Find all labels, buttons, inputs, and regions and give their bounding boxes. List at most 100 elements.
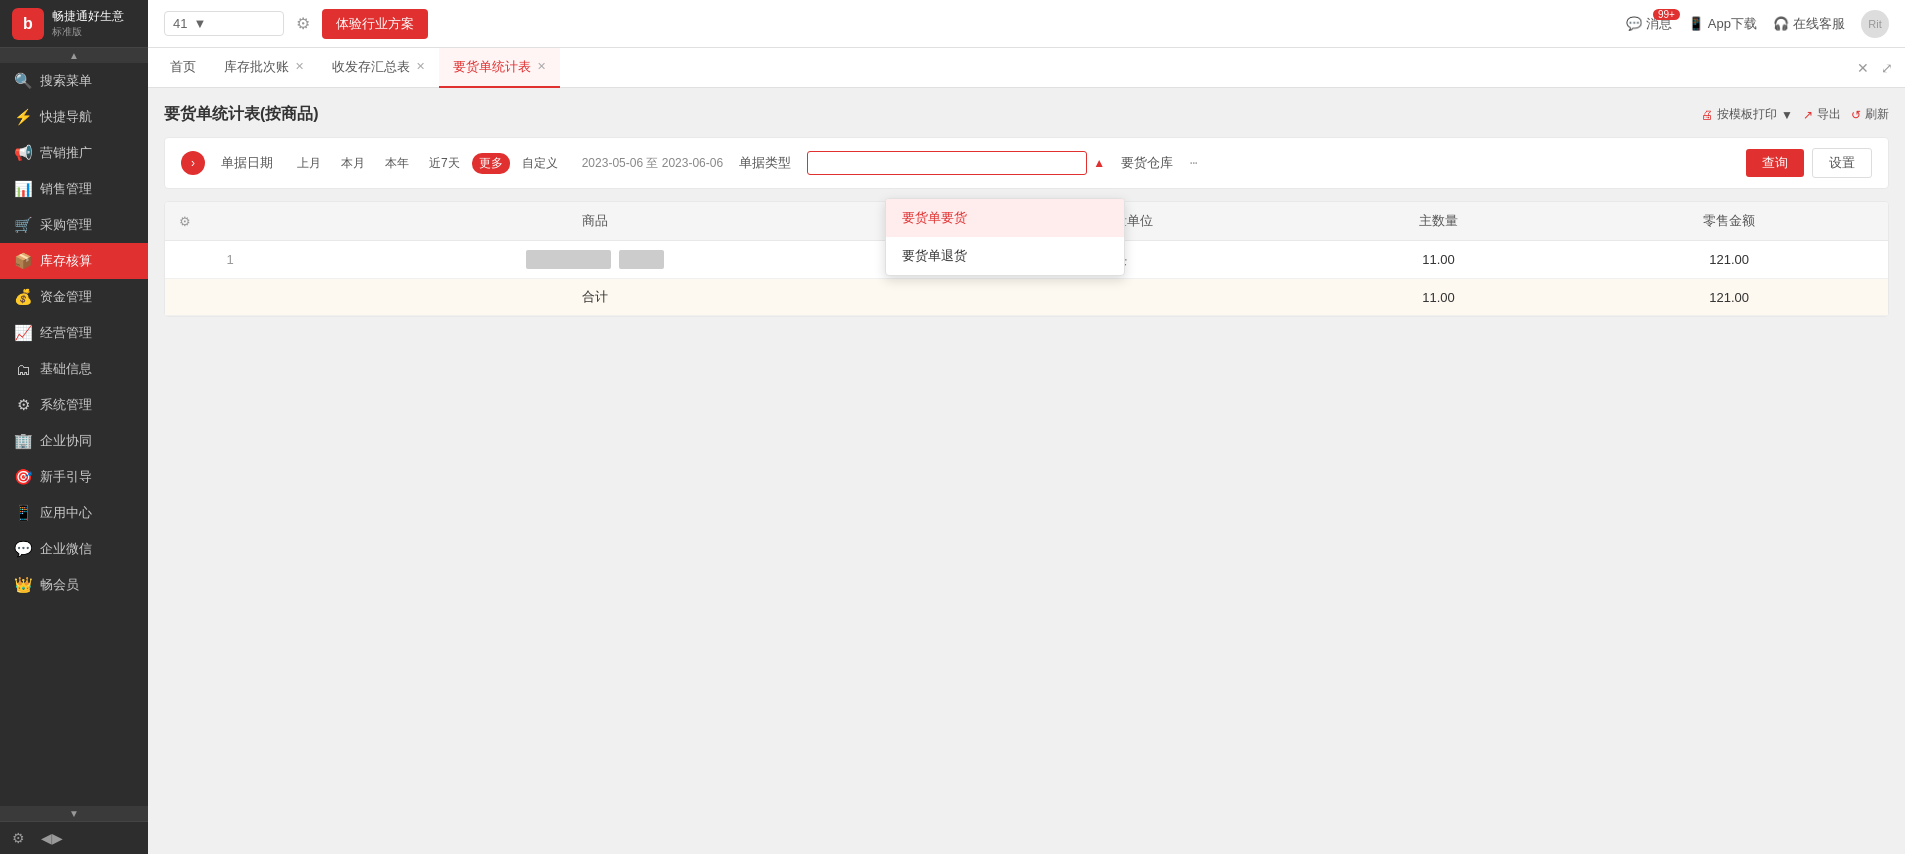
date-label: 单据日期	[221, 154, 273, 172]
query-button[interactable]: 查询	[1746, 149, 1804, 177]
sidebar-nav: 🔍 搜索菜单 ⚡ 快捷导航 📢 营销推广 📊 销售管理 🛒 采购管理 📦 库存核…	[0, 63, 148, 806]
row-amount-cell: 121.00	[1570, 241, 1888, 279]
tab-inventory-batch-close[interactable]: ✕	[295, 60, 304, 73]
message-icon: 💬	[1626, 16, 1642, 31]
export-label: 导出	[1817, 106, 1841, 123]
message-item[interactable]: 💬 消息 99+	[1626, 15, 1672, 33]
date-7days-btn[interactable]: 近7天	[421, 153, 468, 174]
total-quantity-cell: 11.00	[1307, 279, 1570, 316]
purchase-icon: 🛒	[14, 216, 32, 234]
sidebar-item-system[interactable]: ⚙ 系统管理	[0, 387, 148, 423]
print-icon: 🖨	[1701, 108, 1713, 122]
member-icon: 👑	[14, 576, 32, 594]
filter-expand-icon: ›	[191, 156, 195, 170]
doc-type-input[interactable]	[807, 151, 1087, 175]
newbie-icon: 🎯	[14, 468, 32, 486]
col-settings-header[interactable]: ⚙	[165, 202, 205, 241]
warehouse-more-btn[interactable]: ···	[1189, 154, 1196, 172]
date-prev-month-btn[interactable]: 上月	[289, 153, 329, 174]
finance-icon: 💰	[14, 288, 32, 306]
close-all-tab-button[interactable]: ✕	[1853, 56, 1873, 80]
print-button[interactable]: 🖨 按模板打印 ▼	[1701, 106, 1793, 123]
date-cur-month-btn[interactable]: 本月	[333, 153, 373, 174]
doc-type-field: ▲	[807, 151, 1105, 175]
online-service-icon: 🎧	[1773, 16, 1789, 31]
refresh-icon: ↺	[1851, 108, 1861, 122]
sidebar-item-label-member: 畅会员	[40, 576, 134, 594]
sidebar-item-enterprise[interactable]: 🏢 企业协同	[0, 423, 148, 459]
user-item[interactable]: Rit	[1861, 10, 1889, 38]
sidebar-scroll-up[interactable]: ▲	[0, 48, 148, 63]
page-container: 要货单统计表(按商品) 🖨 按模板打印 ▼ ↗ 导出 ↺ 刷新	[148, 88, 1905, 854]
sidebar-item-label-search: 搜索菜单	[40, 72, 134, 90]
topbar-dropdown[interactable]: 41 ▼	[164, 11, 284, 36]
topbar-gear-icon[interactable]: ⚙	[296, 14, 310, 33]
sidebar-item-label-basic: 基础信息	[40, 360, 134, 378]
date-custom-btn[interactable]: 自定义	[514, 153, 566, 174]
sidebar-item-newbie[interactable]: 🎯 新手引导	[0, 459, 148, 495]
filter-expand-button[interactable]: ›	[181, 151, 205, 175]
tabbar-actions: ✕ ⤢	[1853, 56, 1897, 80]
table-gear-icon[interactable]: ⚙	[179, 214, 191, 229]
expand-tab-button[interactable]: ⤢	[1877, 56, 1897, 80]
collapse-icon[interactable]: ◀▶	[41, 830, 63, 846]
tab-receive-summary[interactable]: 收发存汇总表 ✕	[318, 48, 439, 88]
tab-inventory-batch[interactable]: 库存批次账 ✕	[210, 48, 318, 88]
business-icon: 📈	[14, 324, 32, 342]
sidebar-item-marketing[interactable]: 📢 营销推广	[0, 135, 148, 171]
export-button[interactable]: ↗ 导出	[1803, 106, 1841, 123]
settings-button[interactable]: 设置	[1812, 148, 1872, 178]
settings-bottom-icon[interactable]: ⚙	[12, 830, 25, 846]
sidebar-scroll-down[interactable]: ▼	[0, 806, 148, 821]
app-download-item[interactable]: 📱 App下载	[1688, 15, 1757, 33]
filter-right-actions: 查询 设置	[1746, 148, 1872, 178]
sidebar-item-label-inventory: 库存核算	[40, 252, 134, 270]
sidebar-item-label-business: 经营管理	[40, 324, 134, 342]
sidebar-item-basic[interactable]: 🗂 基础信息	[0, 351, 148, 387]
sidebar-item-wechat[interactable]: 💬 企业微信	[0, 531, 148, 567]
row-index-cell: 1	[205, 241, 255, 279]
app-logo-icon: b	[12, 8, 44, 40]
sidebar-item-label-wechat: 企业微信	[40, 540, 134, 558]
sidebar-item-inventory[interactable]: 📦 库存核算	[0, 243, 148, 279]
dropdown-item-order-return[interactable]: 要货单退货	[886, 237, 1124, 275]
tab-receive-summary-close[interactable]: ✕	[416, 60, 425, 73]
app-download-icon: 📱	[1688, 16, 1704, 31]
online-service-label: 在线客服	[1793, 15, 1845, 33]
product-name-blurred: ████████	[526, 250, 612, 269]
sidebar-item-finance[interactable]: 💰 资金管理	[0, 279, 148, 315]
date-cur-year-btn[interactable]: 本年	[377, 153, 417, 174]
online-service-item[interactable]: 🎧 在线客服	[1773, 15, 1845, 33]
sidebar-item-search[interactable]: 🔍 搜索菜单	[0, 63, 148, 99]
sidebar-bottom: ⚙ ◀▶	[0, 821, 148, 854]
inventory-icon: 📦	[14, 252, 32, 270]
sidebar-item-label-finance: 资金管理	[40, 288, 134, 306]
sidebar-item-label-newbie: 新手引导	[40, 468, 134, 486]
sidebar-item-label-enterprise: 企业协同	[40, 432, 134, 450]
message-badge: 99+	[1653, 9, 1680, 20]
trial-button[interactable]: 体验行业方案	[322, 9, 428, 39]
page-header: 要货单统计表(按商品) 🖨 按模板打印 ▼ ↗ 导出 ↺ 刷新	[164, 104, 1889, 125]
col-amount-header: 零售金额	[1570, 202, 1888, 241]
app-logo-text: 畅捷通好生意 标准版	[52, 9, 124, 38]
tab-order-summary-close[interactable]: ✕	[537, 60, 546, 73]
sidebar-item-sales[interactable]: 📊 销售管理	[0, 171, 148, 207]
tab-home[interactable]: 首页	[156, 48, 210, 88]
dropdown-item-order-purchase[interactable]: 要货单要货	[886, 199, 1124, 237]
doc-type-dropdown-arrow[interactable]: ▲	[1093, 156, 1105, 170]
date-more-btn[interactable]: 更多	[472, 153, 510, 174]
doc-type-dropdown-menu: 要货单要货 要货单退货	[885, 198, 1125, 276]
refresh-button[interactable]: ↺ 刷新	[1851, 106, 1889, 123]
sidebar-item-quick-nav[interactable]: ⚡ 快捷导航	[0, 99, 148, 135]
sidebar-item-member[interactable]: 👑 畅会员	[0, 567, 148, 603]
sidebar-item-purchase[interactable]: 🛒 采购管理	[0, 207, 148, 243]
sidebar-item-appcenter[interactable]: 📱 应用中心	[0, 495, 148, 531]
sidebar: b 畅捷通好生意 标准版 ▲ 🔍 搜索菜单 ⚡ 快捷导航 📢 营销推广 📊 销售…	[0, 0, 148, 854]
avatar: Rit	[1861, 10, 1889, 38]
sidebar-item-business[interactable]: 📈 经营管理	[0, 315, 148, 351]
app-name: 畅捷通好生意	[52, 9, 124, 25]
basic-icon: 🗂	[14, 361, 32, 378]
row-quantity-cell: 11.00	[1307, 241, 1570, 279]
main-content: 41 ▼ ⚙ 体验行业方案 💬 消息 99+ 📱 App下载 🎧 在线客服 Ri…	[148, 0, 1905, 854]
tab-order-summary[interactable]: 要货单统计表 ✕	[439, 48, 560, 88]
